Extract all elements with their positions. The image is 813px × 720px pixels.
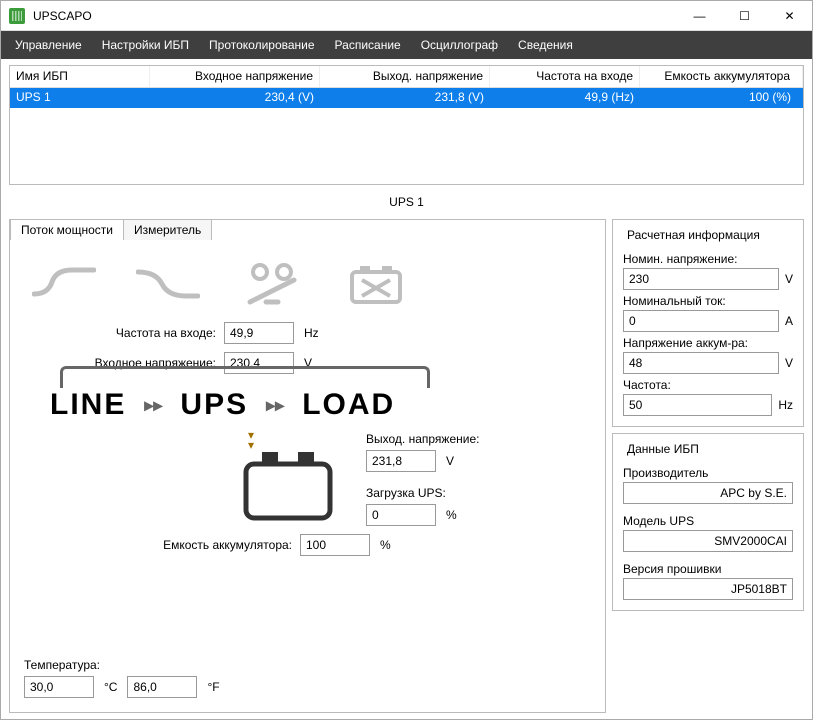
temp-label: Температура:: [24, 658, 220, 672]
fw-label: Версия прошивки: [623, 562, 793, 576]
vout-value[interactable]: 231,8: [366, 450, 436, 472]
calc-freq-unit: Hz: [778, 398, 793, 412]
capacity-value[interactable]: 100: [300, 534, 370, 556]
tab-meter[interactable]: Измеритель: [123, 219, 212, 240]
cell-vout: 231,8 (V): [320, 88, 490, 108]
temp-c-value[interactable]: 30,0: [24, 676, 94, 698]
calc-freq-value[interactable]: 50: [623, 394, 772, 416]
calc-info-group: Расчетная информация Номин. напряжение: …: [612, 219, 804, 427]
capacity-unit: %: [380, 538, 391, 552]
bat-v-unit: V: [785, 356, 793, 370]
col-vout[interactable]: Выход. напряжение: [320, 66, 490, 87]
nom-v-value[interactable]: 230: [623, 268, 779, 290]
table-row[interactable]: UPS 1 230,4 (V) 231,8 (V) 49,9 (Hz) 100 …: [10, 88, 803, 108]
load-label: Загрузка UPS:: [366, 486, 480, 500]
close-button[interactable]: ✕: [767, 1, 812, 30]
battery-fault-icon: [344, 260, 408, 308]
app-icon: [9, 8, 25, 24]
bat-v-value[interactable]: 48: [623, 352, 779, 374]
flow-line-text: LINE: [50, 388, 126, 422]
fw-value[interactable]: JP5018BT: [623, 578, 793, 600]
arrow-icon: ▸▸: [266, 395, 284, 416]
flow-ups-text: UPS: [180, 388, 248, 422]
col-freq[interactable]: Частота на входе: [490, 66, 640, 87]
vout-label: Выход. напряжение:: [366, 432, 480, 446]
window-title: UPSCAPO: [33, 9, 677, 23]
cell-freq: 49,9 (Hz): [490, 88, 640, 108]
maker-label: Производитель: [623, 466, 793, 480]
calc-title: Расчетная информация: [623, 228, 764, 242]
nom-i-value[interactable]: 0: [623, 310, 779, 332]
freq-in-label: Частота на входе:: [64, 326, 224, 340]
menubar: Управление Настройки ИБП Протоколировани…: [1, 31, 812, 59]
model-value[interactable]: SMV2000CAI: [623, 530, 793, 552]
down-arrow-icon: ▾▾: [244, 430, 258, 450]
nom-i-unit: A: [785, 314, 793, 328]
maximize-button[interactable]: ☐: [722, 1, 767, 30]
load-unit: %: [446, 508, 457, 522]
model-label: Модель UPS: [623, 514, 793, 528]
nom-i-label: Номинальный ток:: [623, 294, 793, 308]
col-cap[interactable]: Емкость аккумулятора: [640, 66, 803, 87]
cell-cap: 100 (%): [640, 88, 803, 108]
load-value[interactable]: 0: [366, 504, 436, 526]
menu-ups-settings[interactable]: Настройки ИБП: [92, 31, 199, 59]
col-name[interactable]: Имя ИБП: [10, 66, 150, 87]
capacity-label: Емкость аккумулятора:: [120, 538, 300, 552]
maker-value[interactable]: APC by S.E.: [623, 482, 793, 504]
ups-grid: Имя ИБП Входное напряжение Выход. напряж…: [9, 65, 804, 185]
arrow-icon: ▸▸: [144, 395, 162, 416]
vout-unit: V: [446, 454, 454, 468]
ups-data-group: Данные ИБП Производитель APC by S.E. Мод…: [612, 433, 804, 611]
titlebar: UPSCAPO — ☐ ✕: [1, 1, 812, 31]
menu-control[interactable]: Управление: [5, 31, 92, 59]
wave-rising-icon: [32, 260, 96, 308]
nom-v-unit: V: [785, 272, 793, 286]
app-window: UPSCAPO — ☐ ✕ Управление Настройки ИБП П…: [0, 0, 813, 720]
overload-icon: [240, 260, 304, 308]
wave-falling-icon: [136, 260, 200, 308]
menu-oscilloscope[interactable]: Осциллограф: [411, 31, 508, 59]
cell-name: UPS 1: [10, 88, 150, 108]
freq-in-unit: Hz: [304, 326, 319, 340]
calc-freq-label: Частота:: [623, 378, 793, 392]
menu-logging[interactable]: Протоколирование: [199, 31, 325, 59]
details-title: UPS 1: [9, 191, 804, 213]
temp-c-unit: °C: [104, 680, 117, 694]
freq-in-value[interactable]: 49,9: [224, 322, 294, 344]
temp-f-value[interactable]: 86,0: [127, 676, 197, 698]
battery-icon: [240, 450, 336, 524]
tab-power-flow[interactable]: Поток мощности: [10, 219, 124, 240]
nom-v-label: Номин. напряжение:: [623, 252, 793, 266]
cell-vin: 230,4 (V): [150, 88, 320, 108]
ups-data-title: Данные ИБП: [623, 442, 703, 456]
flow-load-text: LOAD: [302, 388, 395, 422]
main-panel: Поток мощности Измеритель: [9, 219, 606, 713]
flow-diagram: LINE ▸▸ UPS ▸▸ LOAD ▾▾: [50, 388, 591, 556]
menu-schedule[interactable]: Расписание: [325, 31, 411, 59]
temp-f-unit: °F: [207, 680, 219, 694]
menu-about[interactable]: Сведения: [508, 31, 583, 59]
minimize-button[interactable]: —: [677, 1, 722, 30]
bat-v-label: Напряжение аккум-ра:: [623, 336, 793, 350]
col-vin[interactable]: Входное напряжение: [150, 66, 320, 87]
